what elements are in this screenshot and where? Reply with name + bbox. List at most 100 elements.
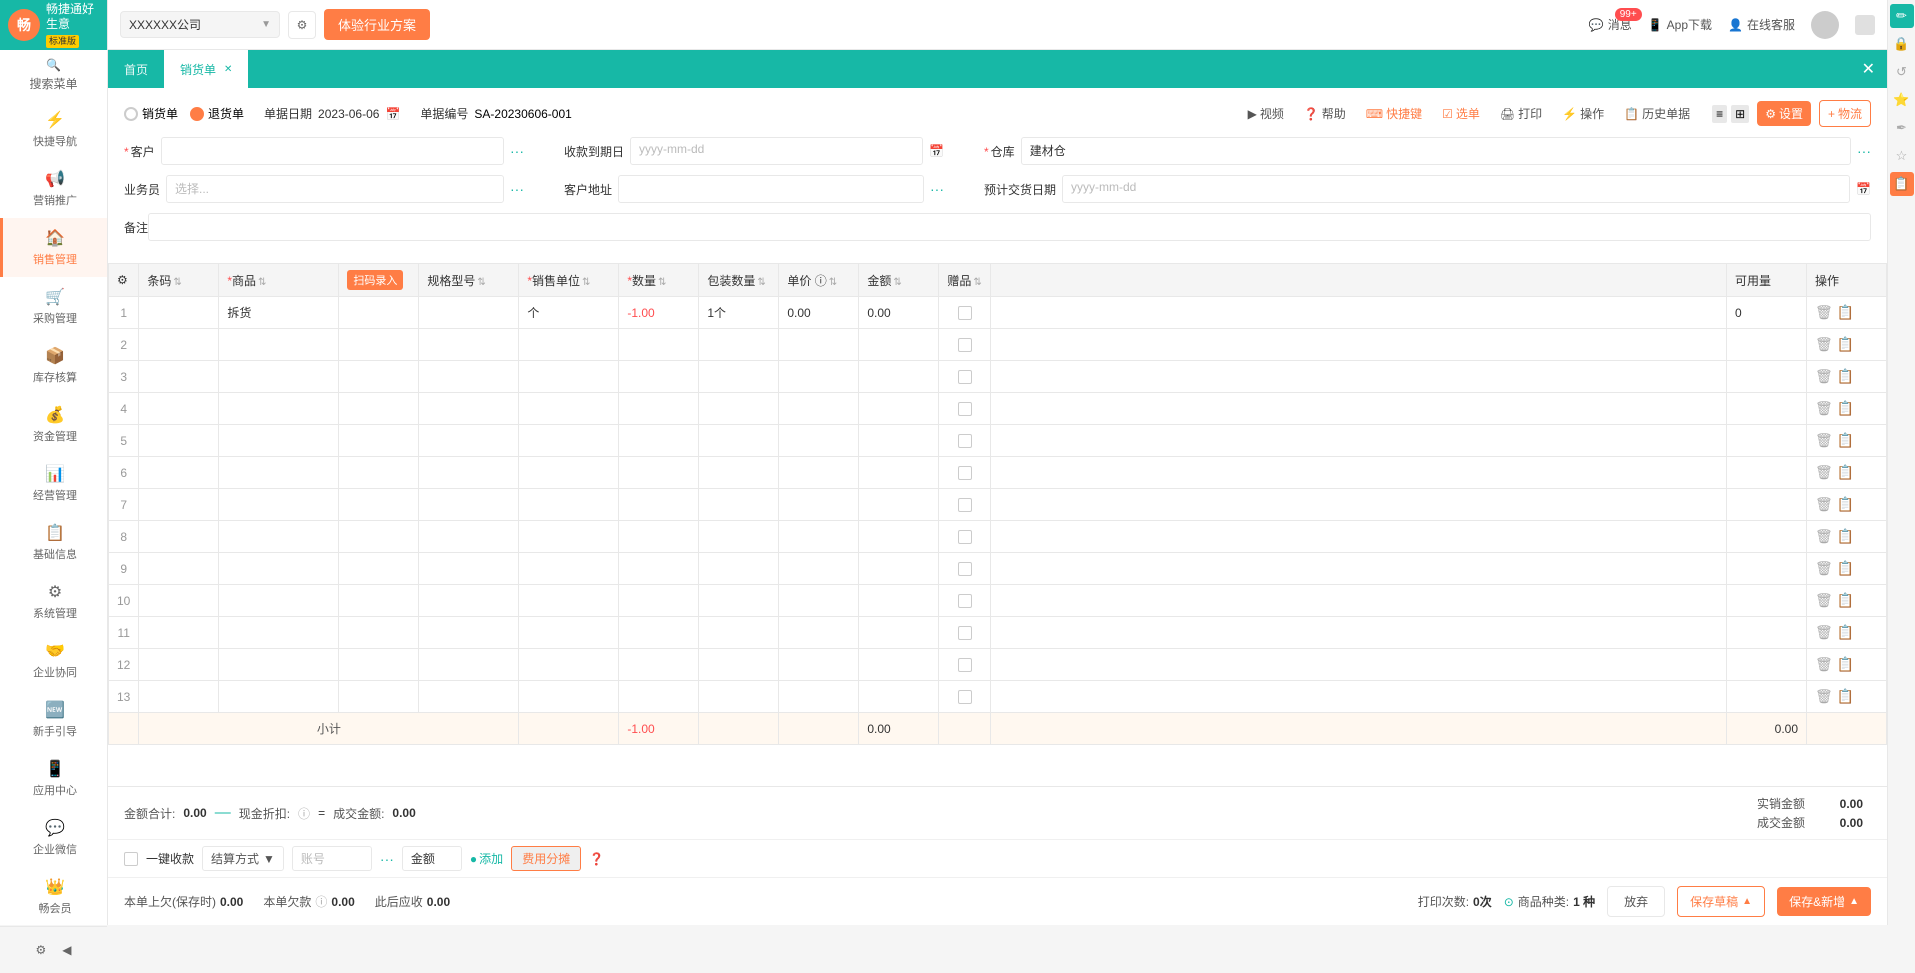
- company-selector[interactable]: XXXXXX公司 ▼: [120, 11, 280, 38]
- expected-date-cal-icon[interactable]: 📅: [1856, 182, 1871, 196]
- row-delete-icon[interactable]: 🗑: [1815, 592, 1833, 609]
- radio-return[interactable]: 退货单: [190, 105, 244, 122]
- right-icon-lock[interactable]: 🔒: [1890, 32, 1914, 56]
- save-new-btn[interactable]: 保存&新增 ▲: [1777, 887, 1871, 916]
- toolbar-action-btn[interactable]: ⚡ 操作: [1556, 103, 1610, 124]
- row-qty[interactable]: -1.00: [619, 297, 699, 329]
- account-input[interactable]: 账号: [292, 846, 372, 871]
- message-btn[interactable]: 💬 消息 99+: [1589, 16, 1632, 33]
- sidebar-item-enterprise[interactable]: 🤝 企业协同: [0, 631, 107, 690]
- row-product[interactable]: 拆货: [219, 297, 339, 329]
- row-delete-icon[interactable]: 🗑: [1815, 336, 1833, 353]
- settings-gear-btn[interactable]: ⚙ 设置: [1757, 101, 1811, 126]
- view-toggle-grid[interactable]: ⊞: [1731, 105, 1749, 123]
- row-copy-icon[interactable]: 📋: [1837, 560, 1854, 577]
- payment-amount-input[interactable]: 金额: [402, 846, 462, 871]
- row-copy-icon[interactable]: 📋: [1837, 592, 1854, 609]
- right-icon-orange[interactable]: 📋: [1890, 172, 1914, 196]
- customer-more-icon[interactable]: ···: [510, 143, 524, 159]
- right-icon-star[interactable]: ⭐: [1890, 88, 1914, 112]
- tab-sales-order[interactable]: 销货单 ✕: [164, 50, 248, 88]
- sidebar-item-guide[interactable]: 🆕 新手引导: [0, 690, 107, 749]
- row-spec[interactable]: [419, 297, 519, 329]
- sidebar-item-wechat[interactable]: 💬 企业微信: [0, 808, 107, 867]
- sidebar-item-inventory[interactable]: 📦 库存核算: [0, 336, 107, 395]
- right-icon-bookmark[interactable]: ☆: [1890, 144, 1914, 168]
- toolbar-select-btn[interactable]: ☑ 选单: [1436, 103, 1486, 124]
- add-payment-btn[interactable]: ● 添加: [470, 850, 503, 867]
- tab-close-icon[interactable]: ✕: [224, 64, 232, 75]
- th-settings[interactable]: ⚙: [109, 264, 139, 297]
- user-menu-btn[interactable]: [1855, 15, 1875, 35]
- discard-btn[interactable]: 放弃: [1607, 886, 1665, 917]
- salesperson-more-icon[interactable]: ···: [510, 181, 524, 197]
- view-toggle-list[interactable]: ≡: [1712, 105, 1727, 123]
- logistics-btn[interactable]: + 物流: [1819, 100, 1871, 127]
- row-pack-qty[interactable]: 1个: [699, 297, 779, 329]
- sidebar-item-quick-nav[interactable]: ⚡ 快捷导航: [0, 100, 107, 159]
- sidebar-item-finance[interactable]: 💰 资金管理: [0, 395, 107, 454]
- row-delete-icon[interactable]: 🗑: [1815, 624, 1833, 641]
- short-info-icon[interactable]: ⓘ: [315, 893, 327, 910]
- row-copy-icon[interactable]: 📋: [1837, 656, 1854, 673]
- one-click-checkbox[interactable]: [124, 852, 138, 866]
- right-icon-rotate[interactable]: ↺: [1890, 60, 1914, 84]
- row-delete-icon[interactable]: 🗑: [1815, 400, 1833, 417]
- warehouse-more-icon[interactable]: ···: [1857, 143, 1871, 159]
- sidebar-collapse-btn[interactable]: ◀: [58, 935, 75, 965]
- row-unit[interactable]: 个: [519, 297, 619, 329]
- save-draft-btn[interactable]: 保存草稿 ▲: [1677, 886, 1765, 917]
- row-unit-price[interactable]: 0.00: [779, 297, 859, 329]
- date-picker-icon[interactable]: 📅: [385, 107, 400, 121]
- sidebar-item-sales[interactable]: 🏠 销售管理: [0, 218, 107, 277]
- one-click-pay-btn[interactable]: 一键收款: [146, 850, 194, 867]
- toolbar-history-btn[interactable]: 📋 历史单据: [1618, 103, 1696, 124]
- row-amount[interactable]: 0.00: [859, 297, 939, 329]
- row-delete-icon[interactable]: 🗑: [1815, 688, 1833, 705]
- app-download-btn[interactable]: 📱 App下载: [1648, 16, 1712, 33]
- row-copy-icon[interactable]: 📋: [1837, 432, 1854, 449]
- expense-help-icon[interactable]: ❓: [589, 852, 604, 866]
- row-copy-icon[interactable]: 📋: [1837, 400, 1854, 417]
- user-avatar[interactable]: [1811, 11, 1839, 39]
- warehouse-input[interactable]: 建材仓: [1021, 137, 1851, 165]
- row-copy-icon[interactable]: 📋: [1837, 464, 1854, 481]
- salesperson-input[interactable]: 选择...: [166, 175, 504, 203]
- toolbar-print-btn[interactable]: 🖨 打印: [1494, 103, 1548, 124]
- expense-btn[interactable]: 费用分摊: [511, 846, 581, 871]
- row-delete-icon[interactable]: 🗑: [1815, 560, 1833, 577]
- radio-sale[interactable]: 销货单: [124, 105, 178, 122]
- row-copy-icon[interactable]: 📋: [1837, 528, 1854, 545]
- trial-btn[interactable]: 体验行业方案: [324, 9, 430, 40]
- row-delete-icon[interactable]: 🗑: [1815, 432, 1833, 449]
- right-icon-edit[interactable]: ✏: [1890, 4, 1914, 28]
- row-delete-icon[interactable]: 🗑: [1815, 368, 1833, 385]
- toolbar-shortcut-btn[interactable]: ⌨ 快捷键: [1360, 103, 1428, 124]
- row-copy-icon[interactable]: 📋: [1837, 304, 1854, 321]
- tab-home[interactable]: 首页: [108, 50, 164, 88]
- sidebar-item-operations[interactable]: 📊 经营管理: [0, 454, 107, 513]
- row-gift[interactable]: [939, 297, 990, 329]
- row-copy-icon[interactable]: 📋: [1837, 688, 1854, 705]
- due-date-input[interactable]: yyyy-mm-dd: [630, 137, 923, 165]
- row-delete-icon[interactable]: 🗑: [1815, 528, 1833, 545]
- customer-addr-input[interactable]: [618, 175, 924, 203]
- scan-btn[interactable]: 扫码录入: [347, 270, 403, 290]
- row-copy-icon[interactable]: 📋: [1837, 496, 1854, 513]
- row-copy-icon[interactable]: 📋: [1837, 368, 1854, 385]
- account-more-icon[interactable]: ···: [380, 851, 394, 867]
- tab-bar-close-btn[interactable]: ✕: [1862, 59, 1875, 79]
- sidebar-item-member[interactable]: 👑 畅会员: [0, 867, 107, 926]
- online-service-btn[interactable]: 👤 在线客服: [1728, 16, 1795, 33]
- toolbar-help-btn[interactable]: ❓ 帮助: [1298, 103, 1352, 124]
- sidebar-item-app-center[interactable]: 📱 应用中心: [0, 749, 107, 808]
- row-copy-icon[interactable]: 📋: [1837, 624, 1854, 641]
- right-icon-pencil[interactable]: ✒: [1890, 116, 1914, 140]
- row-barcode[interactable]: [139, 297, 219, 329]
- customer-addr-more-icon[interactable]: ···: [930, 181, 944, 197]
- discount-info-icon[interactable]: ⓘ: [298, 805, 310, 822]
- row-delete-icon[interactable]: 🗑: [1815, 496, 1833, 513]
- sidebar-settings-btn[interactable]: ⚙: [32, 935, 51, 965]
- due-date-cal-icon[interactable]: 📅: [929, 144, 944, 158]
- remarks-input[interactable]: [148, 213, 1871, 241]
